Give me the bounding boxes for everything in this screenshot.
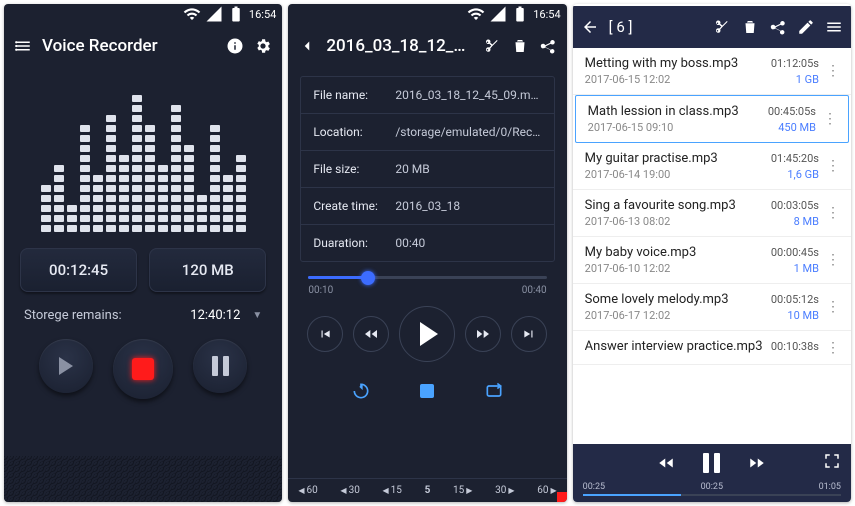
more-icon[interactable]: ⋮ xyxy=(825,299,841,315)
resize-handle[interactable] xyxy=(557,492,567,502)
detail-row: File size:20 MB xyxy=(301,151,553,188)
trim-icon[interactable] xyxy=(483,37,501,55)
delete-icon[interactable] xyxy=(511,37,529,55)
seek-step[interactable]: ◀15 xyxy=(383,485,402,496)
app-bar: 2016_03_18_12_45_... xyxy=(288,24,566,68)
rewind-button[interactable] xyxy=(353,316,389,352)
list-item[interactable]: Math lession in class.mp300:45:05s⋮2017-… xyxy=(575,95,849,143)
file-size: 120 MB xyxy=(149,248,266,292)
app-title: Voice Recorder xyxy=(42,36,216,56)
list-item[interactable]: Answer interview practice.mp300:10:38s⋮ xyxy=(573,331,851,365)
list-item[interactable]: Some lovely melody.mp300:05:12s⋮2017-06-… xyxy=(573,284,851,331)
delete-icon[interactable] xyxy=(741,18,759,36)
mini-time-start: 00:25 xyxy=(583,482,605,492)
back-icon[interactable] xyxy=(581,18,599,36)
wifi-icon xyxy=(183,5,201,23)
skip-end-button[interactable] xyxy=(511,316,547,352)
mini-time-end: 01:05 xyxy=(819,482,841,492)
equalizer xyxy=(4,68,282,238)
status-bar: 16:54 xyxy=(288,4,566,24)
seek-step[interactable]: ◀30 xyxy=(340,485,359,496)
seek-steps: ◀60 ◀30 ◀15 5 15▶ 30▶ 60▶ xyxy=(288,478,566,502)
time-start: 00:10 xyxy=(308,285,333,296)
expand-icon[interactable] xyxy=(823,452,841,470)
seek-step[interactable]: 30▶ xyxy=(495,485,514,496)
seek-step[interactable]: 15▶ xyxy=(453,485,472,496)
status-bar: 16:54 xyxy=(4,4,282,24)
seek-step[interactable]: ◀60 xyxy=(298,485,317,496)
forward-button[interactable] xyxy=(465,316,501,352)
recordings-list[interactable]: Metting with my boss.mp301:12:05s⋮2017-0… xyxy=(573,48,851,444)
mini-player: 00:25 00:25 01:05 xyxy=(573,444,851,502)
mini-time-mid: 00:25 xyxy=(701,482,723,492)
seek-step[interactable]: 60▶ xyxy=(537,485,556,496)
library-screen: [ 6 ] Metting with my boss.mp301:12:05s⋮… xyxy=(573,4,851,502)
detail-row: File name:2016_03_18_12_45_09.mp3 xyxy=(301,77,553,114)
gear-icon[interactable] xyxy=(254,37,272,55)
pause-button[interactable] xyxy=(193,339,247,393)
time-labels: 00:10 00:40 xyxy=(288,279,566,298)
counters: 00:12:45 120 MB xyxy=(4,238,282,302)
wifi-icon xyxy=(467,5,485,23)
file-details: File name:2016_03_18_12_45_09.mp3Locatio… xyxy=(300,76,554,262)
battery-icon xyxy=(227,5,245,23)
menu-icon[interactable] xyxy=(825,18,843,36)
more-icon[interactable]: ⋮ xyxy=(825,340,841,356)
seek-bar[interactable] xyxy=(288,266,566,279)
signal-icon xyxy=(489,5,507,23)
info-icon[interactable] xyxy=(226,37,244,55)
list-item[interactable]: My baby voice.mp300:00:45s⋮2017-06-10 12… xyxy=(573,237,851,284)
storage-label: Storege remains: xyxy=(24,308,122,323)
secondary-actions xyxy=(288,368,566,410)
speaker-grille xyxy=(4,456,282,502)
battery-icon xyxy=(511,5,529,23)
record-button[interactable] xyxy=(113,339,173,399)
edit-icon[interactable] xyxy=(797,18,815,36)
replay-icon[interactable] xyxy=(348,378,374,404)
menu-icon[interactable] xyxy=(14,37,32,55)
more-icon[interactable]: ⋮ xyxy=(825,205,841,221)
status-time: 16:54 xyxy=(249,8,276,21)
record-controls xyxy=(4,333,282,409)
app-bar: Voice Recorder xyxy=(4,24,282,68)
more-icon[interactable]: ⋮ xyxy=(825,252,841,268)
app-bar: [ 6 ] xyxy=(573,6,851,48)
list-title: [ 6 ] xyxy=(609,18,703,36)
more-icon[interactable]: ⋮ xyxy=(825,158,841,174)
pause-button[interactable] xyxy=(703,453,720,473)
share-icon[interactable] xyxy=(769,18,787,36)
back-icon[interactable] xyxy=(298,37,316,55)
elapsed-time: 00:12:45 xyxy=(20,248,137,292)
play-button[interactable] xyxy=(399,306,455,362)
storage-row: Storege remains: 12:40:12 ▼ xyxy=(4,302,282,333)
loop-icon[interactable] xyxy=(481,378,507,404)
stop-button[interactable] xyxy=(414,378,440,404)
seek-step[interactable]: 5 xyxy=(425,485,431,496)
file-title: 2016_03_18_12_45_... xyxy=(326,36,472,56)
playback-controls xyxy=(288,298,566,368)
player-screen: 16:54 2016_03_18_12_45_... File name:201… xyxy=(288,4,566,502)
mini-progress[interactable] xyxy=(583,494,841,496)
rewind-button[interactable] xyxy=(657,454,675,472)
detail-row: Duaration:00:40 xyxy=(301,225,553,261)
more-icon[interactable]: ⋮ xyxy=(825,63,841,79)
skip-start-button[interactable] xyxy=(307,316,343,352)
more-icon[interactable]: ⋮ xyxy=(822,111,838,127)
detail-row: Location:/storage/emulated/0/Recorders/ xyxy=(301,114,553,151)
detail-row: Create time:2016_03_18 xyxy=(301,188,553,225)
recorder-screen: 16:54 Voice Recorder 00:12:45 120 MB Sto… xyxy=(4,4,282,502)
time-end: 00:40 xyxy=(522,285,547,296)
list-item[interactable]: Metting with my boss.mp301:12:05s⋮2017-0… xyxy=(573,48,851,95)
storage-value: 12:40:12 xyxy=(190,308,240,323)
trim-icon[interactable] xyxy=(713,18,731,36)
list-item[interactable]: My guitar practise.mp301:45:20s⋮2017-06-… xyxy=(573,143,851,190)
play-button[interactable] xyxy=(39,339,93,393)
status-time: 16:54 xyxy=(533,8,560,21)
signal-icon xyxy=(205,5,223,23)
chevron-down-icon[interactable]: ▼ xyxy=(252,310,262,321)
forward-button[interactable] xyxy=(748,454,766,472)
share-icon[interactable] xyxy=(539,37,557,55)
list-item[interactable]: Sing a favourite song.mp300:03:05s⋮2017-… xyxy=(573,190,851,237)
